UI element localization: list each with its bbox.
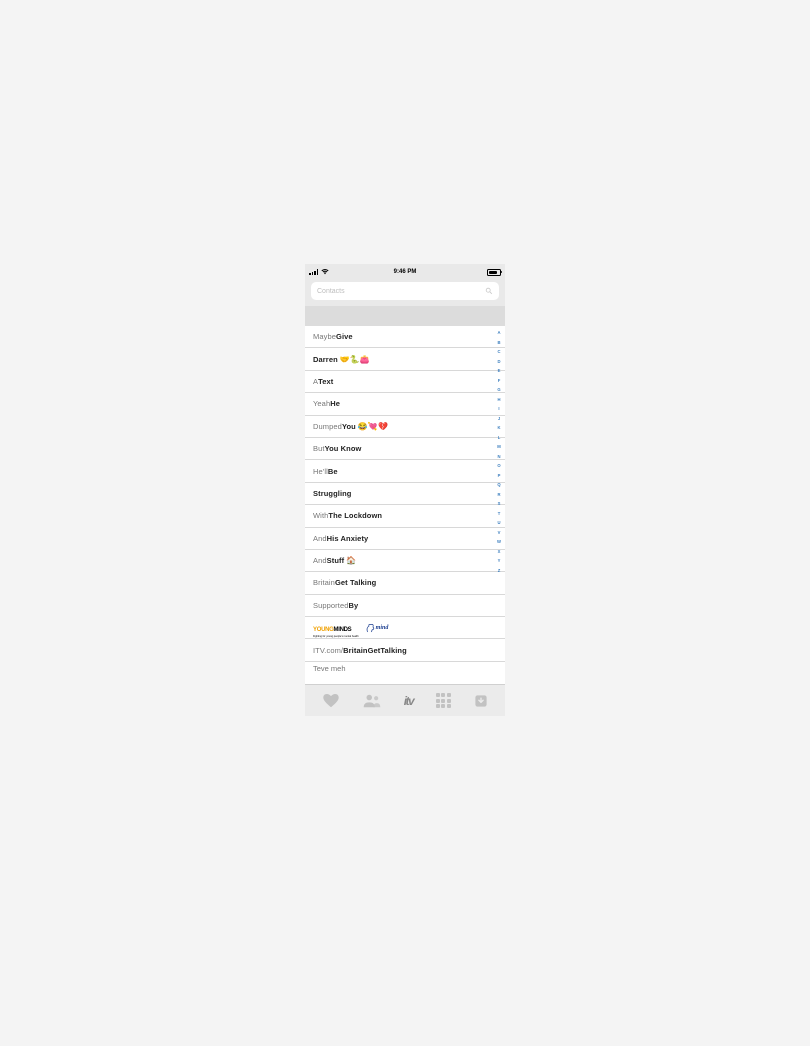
index-letter[interactable]: O: [495, 461, 503, 471]
list-item[interactable]: He'll Be: [305, 460, 505, 482]
index-letter[interactable]: T: [495, 509, 503, 519]
contacts-tab-icon[interactable]: [363, 694, 381, 708]
index-letter[interactable]: H: [495, 395, 503, 405]
list-item[interactable]: And Stuff 🏠: [305, 550, 505, 572]
search-input[interactable]: Contacts: [311, 282, 499, 300]
list-item[interactable]: Maybe Give: [305, 326, 505, 348]
list-item-prefix: With: [313, 511, 328, 520]
list-item-name: The Lockdown: [328, 511, 382, 520]
index-letter[interactable]: U: [495, 518, 503, 528]
list-item-name: Stuff: [327, 556, 345, 565]
index-letter[interactable]: G: [495, 385, 503, 395]
list-item-prefix: But: [313, 444, 325, 453]
contacts-list[interactable]: Maybe GiveDarren 🤝🐍👛A TextYeah HeDumped …: [305, 326, 505, 684]
list-item[interactable]: Struggling: [305, 483, 505, 505]
itv-logo[interactable]: itv: [404, 694, 414, 708]
status-time: 9:46 PM: [305, 269, 505, 275]
index-letter[interactable]: Y: [495, 556, 503, 566]
list-item-emoji: 😂💘💔: [358, 422, 388, 431]
list-item[interactable]: ITV.com/BritainGetTalking: [305, 639, 505, 661]
status-right: [487, 269, 501, 276]
index-letter[interactable]: V: [495, 528, 503, 538]
list-item-prefix: He'll: [313, 467, 328, 476]
section-divider: [305, 306, 505, 326]
logos-row[interactable]: YOUNGMINDS Fighting for young people's m…: [305, 617, 505, 639]
list-item-name: Give: [336, 332, 353, 341]
battery-icon: [487, 269, 501, 276]
list-item-peek[interactable]: Teve meh: [305, 662, 505, 676]
index-letter[interactable]: N: [495, 452, 503, 462]
list-item-prefix: Britain: [313, 578, 335, 587]
list-item[interactable]: Supported By: [305, 595, 505, 617]
favorites-tab-icon[interactable]: [322, 694, 340, 708]
index-letter[interactable]: S: [495, 499, 503, 509]
index-letter[interactable]: X: [495, 547, 503, 557]
index-letter[interactable]: Z: [495, 566, 503, 576]
index-letter[interactable]: F: [495, 376, 503, 386]
list-item-name: Struggling: [313, 489, 352, 498]
index-letter[interactable]: Q: [495, 480, 503, 490]
index-letter[interactable]: P: [495, 471, 503, 481]
list-item-prefix: Yeah: [313, 399, 330, 408]
list-item-name: His Anxiety: [327, 534, 369, 543]
index-letter[interactable]: A: [495, 328, 503, 338]
list-item[interactable]: But You Know: [305, 438, 505, 460]
alpha-index[interactable]: ABCDEFGHIJKLMNOPQRSTUVWXYZ: [495, 328, 503, 684]
index-letter[interactable]: K: [495, 423, 503, 433]
list-item-prefix: Maybe: [313, 332, 336, 341]
list-item-prefix: And: [313, 556, 327, 565]
voicemail-tab-icon[interactable]: [474, 694, 488, 708]
index-letter[interactable]: E: [495, 366, 503, 376]
list-item-name: Text: [318, 377, 333, 386]
index-letter[interactable]: W: [495, 537, 503, 547]
search-icon: [485, 287, 493, 295]
phone-frame: 9:46 PM Contacts Maybe GiveDarren 🤝🐍👛A T…: [305, 264, 505, 716]
tab-bar: itv: [305, 684, 505, 716]
list-item-name: You Know: [325, 444, 362, 453]
index-letter[interactable]: C: [495, 347, 503, 357]
list-item-emoji: 🤝🐍👛: [340, 355, 370, 364]
list-item-name: He: [330, 399, 340, 408]
list-item[interactable]: And His Anxiety: [305, 528, 505, 550]
search-placeholder: Contacts: [317, 288, 345, 295]
list-item-emoji: 🏠: [346, 556, 356, 565]
list-item-prefix: Supported: [313, 601, 349, 610]
search-container: Contacts: [305, 278, 505, 306]
list-item[interactable]: With The Lockdown: [305, 505, 505, 527]
list-item-name: Get Talking: [335, 578, 376, 587]
list-item-name: By: [349, 601, 359, 610]
list-item-name: You: [342, 422, 356, 431]
youngminds-logo: YOUNGMINDS Fighting for young people's m…: [313, 618, 359, 638]
list-item-prefix: Dumped: [313, 422, 342, 431]
index-letter[interactable]: B: [495, 338, 503, 348]
status-bar: 9:46 PM: [305, 264, 505, 278]
list-item-name: Darren: [313, 355, 338, 364]
list-item[interactable]: A Text: [305, 371, 505, 393]
mind-logo: mind: [365, 623, 389, 633]
index-letter[interactable]: R: [495, 490, 503, 500]
index-letter[interactable]: D: [495, 357, 503, 367]
list-item-name: Be: [328, 467, 338, 476]
list-item[interactable]: Darren 🤝🐍👛: [305, 348, 505, 370]
index-letter[interactable]: I: [495, 404, 503, 414]
index-letter[interactable]: J: [495, 414, 503, 424]
list-item-prefix: And: [313, 534, 327, 543]
index-letter[interactable]: M: [495, 442, 503, 452]
index-letter[interactable]: L: [495, 433, 503, 443]
list-item[interactable]: Yeah He: [305, 393, 505, 415]
keypad-tab-icon[interactable]: [436, 693, 451, 708]
list-item[interactable]: Dumped You 😂💘💔: [305, 416, 505, 438]
list-item[interactable]: Britain Get Talking: [305, 572, 505, 594]
